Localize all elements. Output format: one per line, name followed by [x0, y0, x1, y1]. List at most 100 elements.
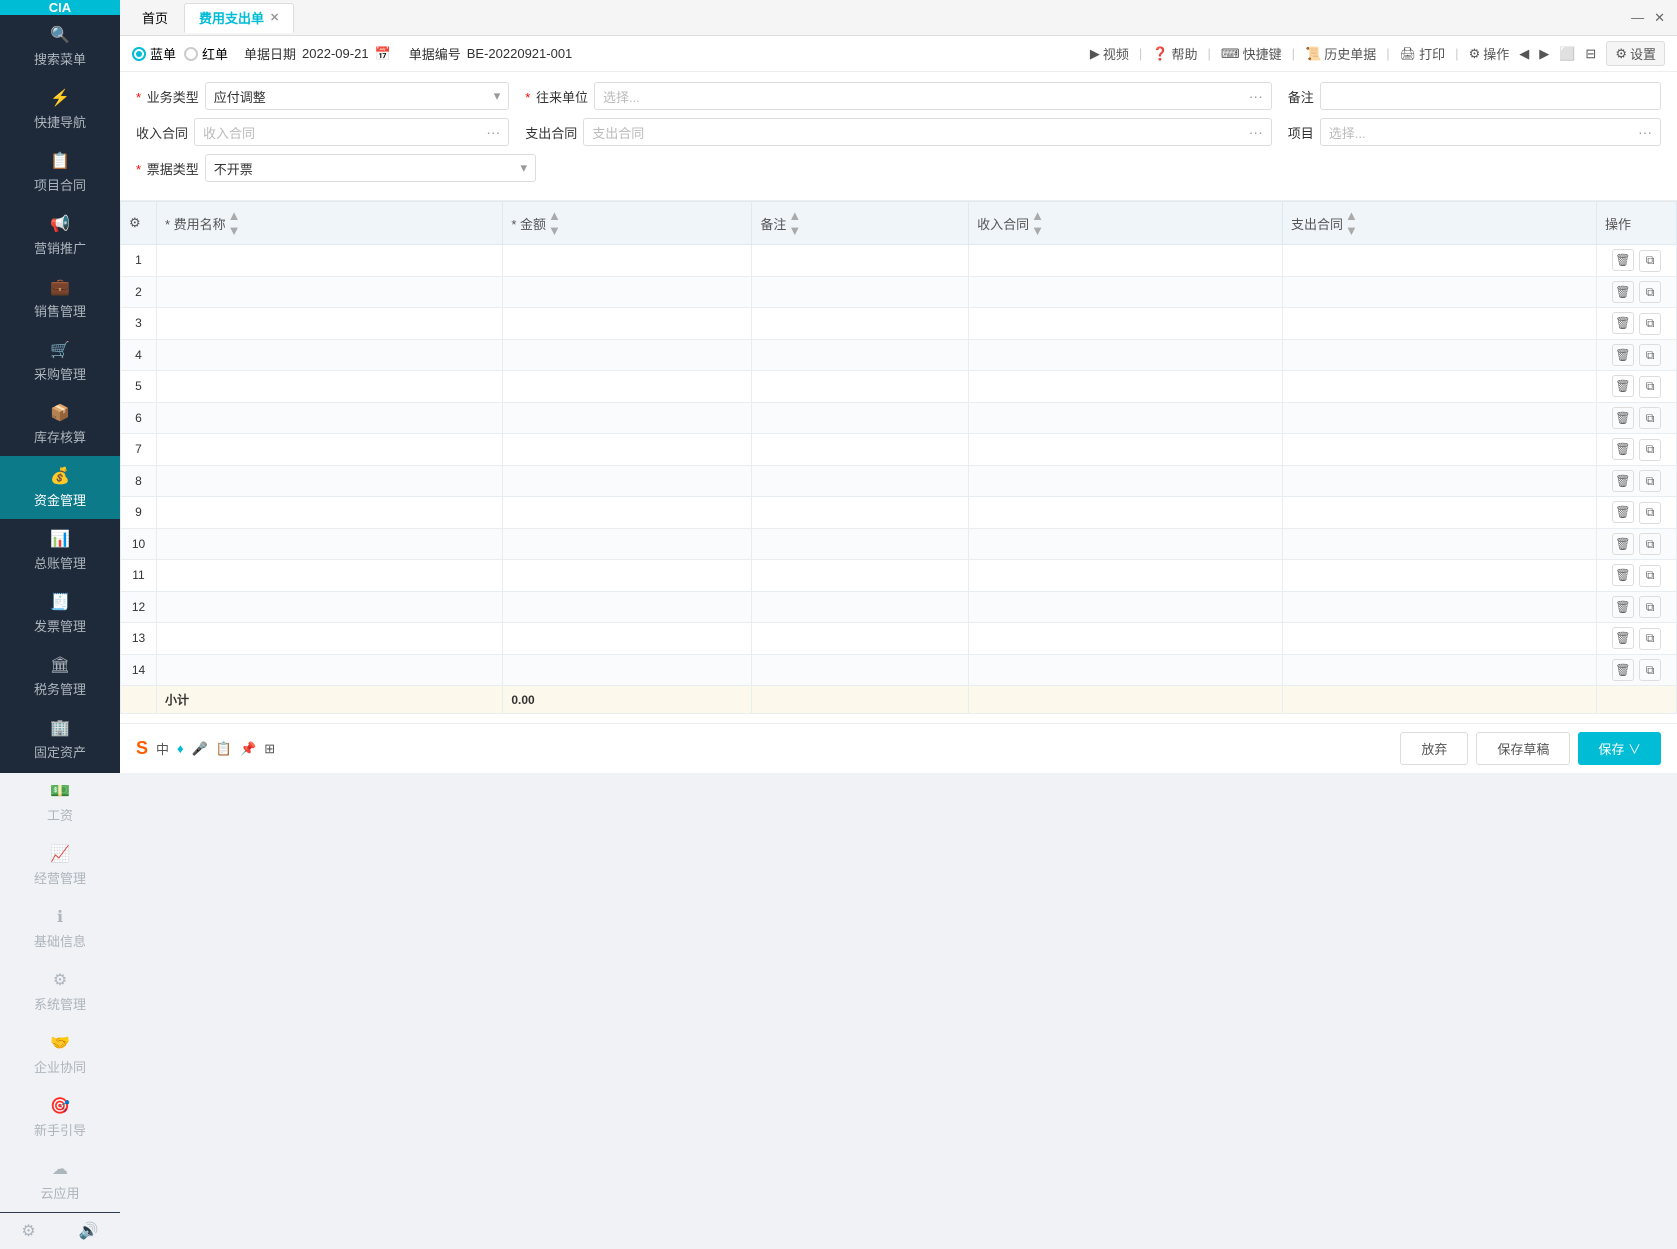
- sort-arrows-amount[interactable]: ▲▼: [548, 208, 561, 238]
- expand-button[interactable]: ⬜: [1559, 46, 1575, 62]
- cell-amount[interactable]: [503, 497, 752, 529]
- cell-expense-contract[interactable]: [1283, 402, 1597, 434]
- counterpart-input[interactable]: 选择... ···: [594, 82, 1272, 110]
- cell-expense-name[interactable]: [157, 308, 503, 340]
- cell-amount[interactable]: [503, 245, 752, 277]
- delete-row-button[interactable]: 🗑: [1612, 281, 1634, 303]
- cell-expense-contract[interactable]: [1283, 465, 1597, 497]
- sidebar-item-finance[interactable]: 💰 资金管理: [0, 456, 120, 519]
- sidebar-item-basic-info[interactable]: ℹ 基础信息: [0, 897, 120, 960]
- print-button[interactable]: 🖨 打印: [1400, 44, 1446, 63]
- cell-income-contract[interactable]: [969, 528, 1283, 560]
- tab-home[interactable]: 首页: [128, 3, 182, 33]
- delete-row-button[interactable]: 🗑: [1612, 249, 1634, 271]
- delete-row-button[interactable]: 🗑: [1612, 407, 1634, 429]
- delete-row-button[interactable]: 🗑: [1612, 533, 1634, 555]
- footer-icon-1[interactable]: 中: [156, 739, 169, 758]
- window-minimize-icon[interactable]: —: [1627, 10, 1648, 25]
- expense-contract-input[interactable]: 支出合同 ···: [583, 118, 1271, 146]
- sidebar-item-enterprise[interactable]: 🤝 企业协同: [0, 1023, 120, 1086]
- delete-row-button[interactable]: 🗑: [1612, 312, 1634, 334]
- copy-row-button[interactable]: ⧉: [1639, 376, 1661, 398]
- collapse-button[interactable]: ⊟: [1585, 46, 1596, 62]
- cell-remark[interactable]: [752, 339, 969, 371]
- cell-expense-contract[interactable]: [1283, 339, 1597, 371]
- th-gear[interactable]: ⚙: [121, 202, 157, 245]
- copy-row-button[interactable]: ⧉: [1639, 344, 1661, 366]
- cell-expense-name[interactable]: [157, 339, 503, 371]
- cell-income-contract[interactable]: [969, 402, 1283, 434]
- window-close-icon[interactable]: ✕: [1650, 10, 1669, 26]
- settings-icon[interactable]: ⚙: [21, 1221, 35, 1241]
- invoice-type-select[interactable]: 不开票 ▾: [205, 154, 536, 182]
- copy-row-button[interactable]: ⧉: [1639, 313, 1661, 335]
- radio-blue[interactable]: 蓝单: [132, 44, 176, 63]
- copy-row-button[interactable]: ⧉: [1639, 407, 1661, 429]
- cell-remark[interactable]: [752, 623, 969, 655]
- cell-income-contract[interactable]: [969, 339, 1283, 371]
- cell-amount[interactable]: [503, 465, 752, 497]
- delete-row-button[interactable]: 🗑: [1612, 375, 1634, 397]
- delete-row-button[interactable]: 🗑: [1612, 470, 1634, 492]
- cell-amount[interactable]: [503, 434, 752, 466]
- sidebar-item-accounting[interactable]: 📊 总账管理: [0, 519, 120, 582]
- sort-arrows-expense[interactable]: ▲▼: [228, 208, 241, 238]
- remark-input[interactable]: [1320, 82, 1661, 110]
- cell-income-contract[interactable]: [969, 371, 1283, 403]
- sort-arrows-income[interactable]: ▲▼: [1031, 208, 1044, 238]
- delete-row-button[interactable]: 🗑: [1612, 596, 1634, 618]
- cell-remark[interactable]: [752, 465, 969, 497]
- delete-row-button[interactable]: 🗑: [1612, 438, 1634, 460]
- cell-expense-contract[interactable]: [1283, 528, 1597, 560]
- cell-remark[interactable]: [752, 276, 969, 308]
- history-button[interactable]: 📜 历史单据: [1305, 44, 1376, 63]
- cell-remark[interactable]: [752, 245, 969, 277]
- business-type-select[interactable]: 应付调整 ▾: [205, 82, 510, 110]
- sidebar-item-invoice[interactable]: 🧾 发票管理: [0, 582, 120, 645]
- cell-income-contract[interactable]: [969, 654, 1283, 686]
- cell-income-contract[interactable]: [969, 623, 1283, 655]
- cell-remark[interactable]: [752, 308, 969, 340]
- cell-expense-contract[interactable]: [1283, 434, 1597, 466]
- tab-expense-close[interactable]: ✕: [270, 11, 279, 24]
- cell-amount[interactable]: [503, 591, 752, 623]
- cell-expense-name[interactable]: [157, 276, 503, 308]
- sort-arrows-expense-contract[interactable]: ▲▼: [1345, 208, 1358, 238]
- copy-row-button[interactable]: ⧉: [1639, 470, 1661, 492]
- help-button[interactable]: ❓ 帮助: [1152, 44, 1197, 63]
- footer-icon-6[interactable]: ⊞: [264, 741, 275, 757]
- cell-expense-contract[interactable]: [1283, 497, 1597, 529]
- cell-expense-name[interactable]: [157, 434, 503, 466]
- cell-remark[interactable]: [752, 434, 969, 466]
- sidebar-item-operations[interactable]: 📈 经营管理: [0, 834, 120, 897]
- cell-remark[interactable]: [752, 528, 969, 560]
- calendar-icon[interactable]: 📅: [375, 46, 391, 62]
- sort-arrows-remark[interactable]: ▲▼: [788, 208, 801, 238]
- cell-expense-name[interactable]: [157, 497, 503, 529]
- cell-income-contract[interactable]: [969, 497, 1283, 529]
- sidebar-item-system[interactable]: ⚙ 系统管理: [0, 960, 120, 1023]
- sidebar-item-quick-nav[interactable]: ⚡ 快捷导航: [0, 78, 120, 141]
- sidebar-item-payroll[interactable]: 💵 工资: [0, 771, 120, 834]
- video-button[interactable]: ▶ 视频: [1090, 44, 1129, 63]
- cell-expense-name[interactable]: [157, 560, 503, 592]
- save-draft-button[interactable]: 保存草稿: [1476, 732, 1570, 765]
- copy-row-button[interactable]: ⧉: [1639, 502, 1661, 524]
- copy-row-button[interactable]: ⧉: [1639, 439, 1661, 461]
- income-contract-input[interactable]: 收入合同 ···: [194, 118, 509, 146]
- cell-expense-name[interactable]: [157, 402, 503, 434]
- cell-amount[interactable]: [503, 623, 752, 655]
- cell-remark[interactable]: [752, 497, 969, 529]
- cell-expense-contract[interactable]: [1283, 591, 1597, 623]
- delete-row-button[interactable]: 🗑: [1612, 627, 1634, 649]
- footer-icon-3[interactable]: 🎤: [192, 741, 208, 757]
- cell-expense-name[interactable]: [157, 528, 503, 560]
- cell-amount[interactable]: [503, 276, 752, 308]
- operations-button[interactable]: ⚙ 操作: [1469, 44, 1510, 63]
- delete-row-button[interactable]: 🗑: [1612, 501, 1634, 523]
- copy-row-button[interactable]: ⧉: [1639, 628, 1661, 650]
- delete-row-button[interactable]: 🗑: [1612, 344, 1634, 366]
- sidebar-item-guide[interactable]: 🎯 新手引导: [0, 1086, 120, 1149]
- copy-row-button[interactable]: ⧉: [1639, 250, 1661, 272]
- discard-button[interactable]: 放弃: [1400, 732, 1468, 765]
